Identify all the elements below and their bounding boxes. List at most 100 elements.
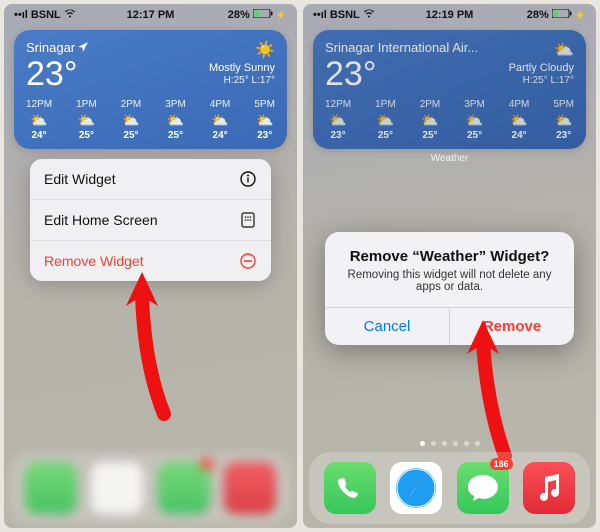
dock: •	[10, 452, 291, 524]
dock-phone[interactable]	[25, 462, 77, 514]
hour-label: 1PM	[76, 99, 97, 110]
page-indicator[interactable]	[303, 441, 596, 446]
hour-label: 2PM	[420, 99, 441, 110]
dock-music[interactable]	[523, 462, 575, 514]
menu-edit-home[interactable]: Edit Home Screen	[30, 200, 271, 241]
hour-slot: 4PM ⛅ 24°	[210, 99, 231, 141]
menu-edit-widget[interactable]: Edit Widget	[30, 159, 271, 200]
status-bar: ••ıl BSNL 12:19 PM 28% ⚡	[303, 4, 596, 24]
page-dot	[453, 441, 458, 446]
weather-hour-icon: ⛅	[466, 113, 483, 127]
remove-dialog: Remove “Weather” Widget? Removing this w…	[325, 232, 574, 345]
hour-label: 3PM	[165, 99, 186, 110]
hour-slot: 1PM ⛅ 25°	[375, 99, 396, 141]
hour-label: 1PM	[375, 99, 396, 110]
hour-label: 5PM	[553, 99, 574, 110]
hour-temp: 25°	[467, 130, 482, 141]
hour-slot: 12PM ⛅ 23°	[325, 99, 351, 141]
location-arrow-icon	[78, 40, 88, 55]
weather-temp: 23°	[26, 57, 88, 91]
hour-slot: 1PM ⛅ 25°	[76, 99, 97, 141]
dialog-remove-button[interactable]: Remove	[449, 308, 574, 345]
hour-slot: 5PM ⛅ 23°	[254, 99, 275, 141]
hour-temp: 23°	[257, 130, 272, 141]
dock-messages[interactable]: •	[158, 462, 210, 514]
info-icon	[239, 170, 257, 188]
hour-slot: 5PM⛅23°	[553, 99, 574, 141]
context-menu: Edit Widget Edit Home Screen Remove Widg…	[30, 159, 271, 281]
dock-music[interactable]	[224, 462, 276, 514]
hour-slot: 4PM⛅24°	[509, 99, 530, 141]
hour-temp: 24°	[512, 130, 527, 141]
weather-hour-icon: ⛅	[122, 113, 139, 127]
sun-icon: ⛅	[509, 40, 574, 60]
dock-messages[interactable]: 186	[457, 462, 509, 514]
dialog-title: Remove “Weather” Widget?	[339, 248, 560, 265]
weather-hour-icon: ⛅	[167, 113, 184, 127]
apps-grid-icon	[239, 211, 257, 229]
messages-badge: 186	[490, 458, 513, 470]
dock: 186	[309, 452, 590, 524]
hour-label: 4PM	[210, 99, 231, 110]
dock-safari[interactable]	[91, 462, 143, 514]
page-dot	[442, 441, 447, 446]
page-dot	[464, 441, 469, 446]
weather-location-text: Srinagar	[26, 40, 75, 55]
phone-right: ••ıl BSNL 12:19 PM 28% ⚡ Srinagar Intern…	[303, 4, 596, 528]
page-dot	[431, 441, 436, 446]
page-dot	[475, 441, 480, 446]
weather-hourly: 12PM⛅24°1PM⛅25°2PM⛅25°3PM⛅25°4PM⛅24°5PM⛅…	[26, 99, 275, 141]
weather-location: Srinagar International Air...	[325, 40, 478, 55]
dock-phone[interactable]	[324, 462, 376, 514]
phone-left: ••ıl BSNL 12:17 PM 28% ⚡ Srinagar	[4, 4, 297, 528]
badge: •	[200, 458, 214, 470]
weather-hour-icon: ⛅	[78, 113, 95, 127]
weather-hour-icon: ⛅	[377, 113, 394, 127]
status-time: 12:17 PM	[4, 9, 297, 21]
hour-temp: 23°	[331, 130, 346, 141]
hour-slot: 3PM ⛅ 25°	[165, 99, 186, 141]
hour-temp: 25°	[378, 130, 393, 141]
status-time: 12:19 PM	[303, 9, 596, 21]
dialog-message: Removing this widget will not delete any…	[339, 269, 560, 293]
hour-label: 3PM	[464, 99, 485, 110]
hour-label: 12PM	[26, 99, 52, 110]
hour-slot: 12PM⛅24°	[26, 99, 52, 141]
weather-high-low: H:25° L:17°	[509, 75, 574, 86]
status-bar: ••ıl BSNL 12:17 PM 28% ⚡	[4, 4, 297, 24]
hour-temp: 25°	[168, 130, 183, 141]
hour-label: 2PM	[121, 99, 142, 110]
hour-temp: 25°	[79, 130, 94, 141]
annotation-arrow	[114, 264, 194, 424]
menu-remove-widget[interactable]: Remove Widget	[30, 241, 271, 281]
weather-widget[interactable]: Srinagar International Air... 23° ⛅ Part…	[313, 30, 586, 149]
hour-label: 12PM	[325, 99, 351, 110]
weather-hour-icon: ⛅	[421, 113, 438, 127]
hour-slot: 3PM ⛅ 25°	[464, 99, 485, 141]
hour-temp: 25°	[422, 130, 437, 141]
remove-icon	[239, 252, 257, 270]
weather-hour-icon: ⛅	[211, 113, 228, 127]
dialog-cancel-button[interactable]: Cancel	[325, 308, 449, 345]
hour-label: 5PM	[254, 99, 275, 110]
weather-hour-icon: ⛅	[256, 113, 273, 127]
weather-hour-icon: ⛅	[510, 113, 527, 127]
weather-location: Srinagar	[26, 40, 88, 55]
weather-temp: 23°	[325, 57, 478, 91]
widget-label: Weather	[303, 153, 596, 164]
hour-slot: 2PM ⛅ 25°	[121, 99, 142, 141]
weather-hour-icon: ⛅	[30, 113, 47, 127]
weather-hour-icon: ⛅	[329, 113, 346, 127]
weather-widget[interactable]: Srinagar 23° ☀️ Mostly Sunny H:25° L:17°…	[14, 30, 287, 149]
sun-icon: ☀️	[209, 40, 275, 60]
hour-slot: 2PM ⛅ 25°	[420, 99, 441, 141]
weather-hourly: 12PM⛅23°1PM⛅25°2PM⛅25°3PM⛅25°4PM⛅24°5PM⛅…	[325, 99, 574, 141]
hour-temp: 25°	[123, 130, 138, 141]
dock-safari[interactable]	[390, 462, 442, 514]
hour-temp: 24°	[213, 130, 228, 141]
weather-condition: Mostly Sunny	[209, 62, 275, 74]
menu-label: Edit Widget	[44, 171, 116, 187]
hour-temp: 23°	[556, 130, 571, 141]
weather-high-low: H:25° L:17°	[209, 75, 275, 86]
menu-label: Remove Widget	[44, 253, 144, 269]
